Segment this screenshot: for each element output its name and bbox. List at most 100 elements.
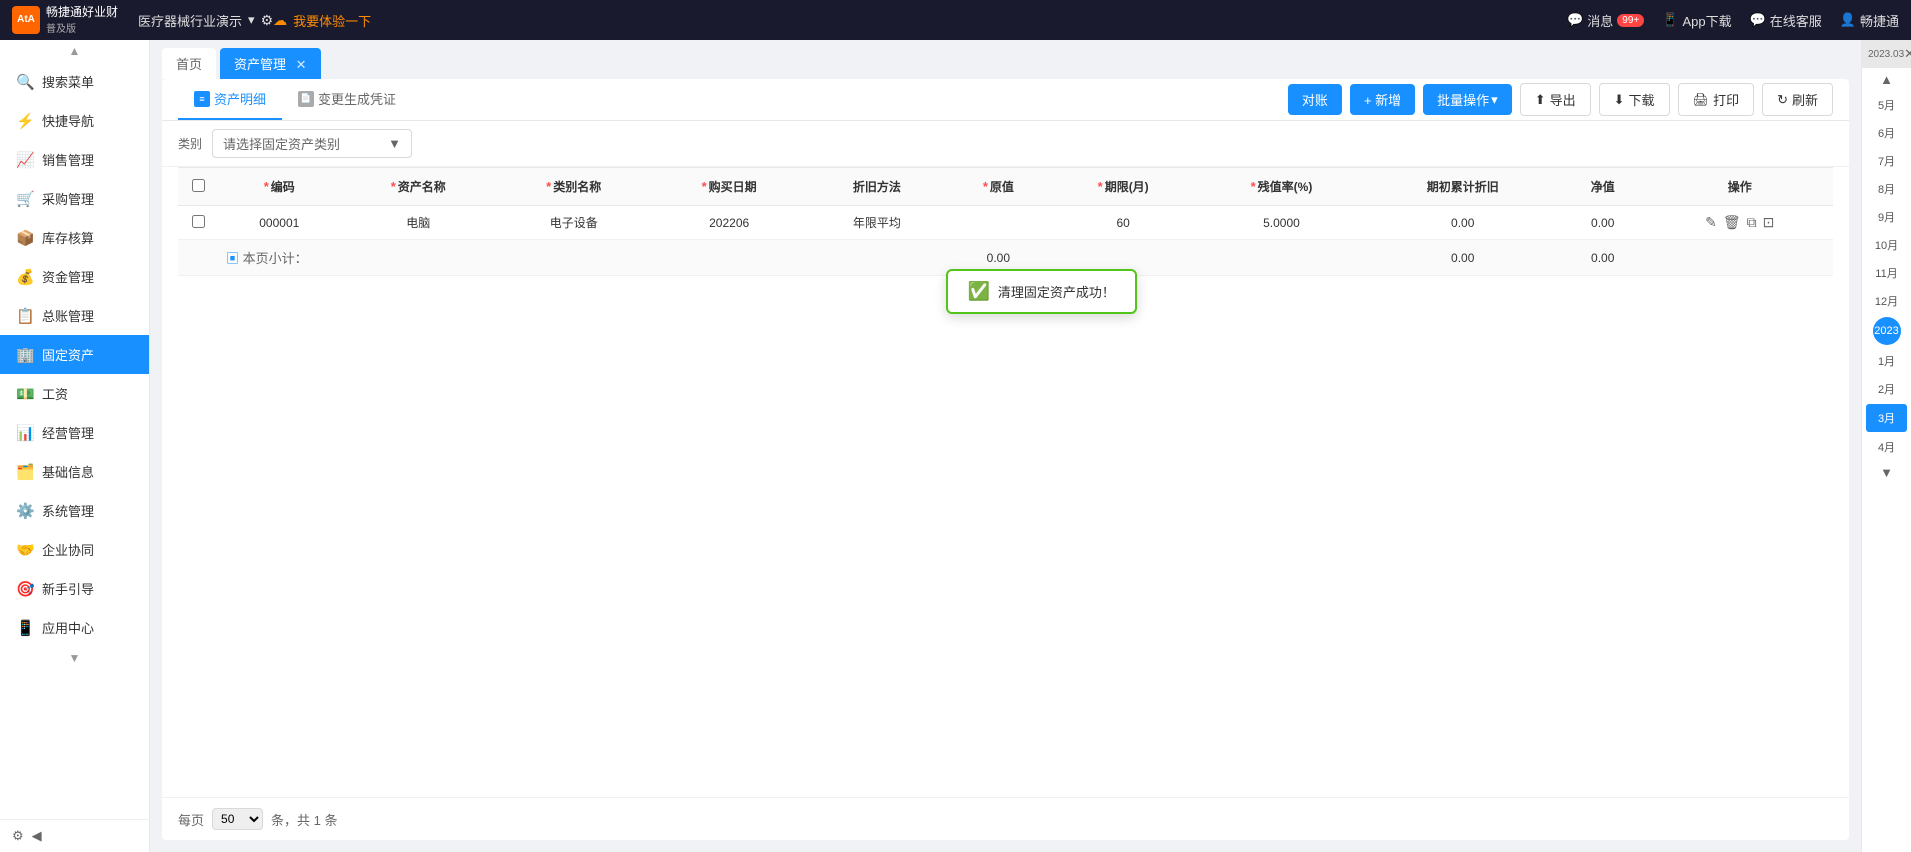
sidebar-item-label: 搜索菜单 [42, 72, 94, 91]
export-icon: ⬆ [1535, 92, 1546, 108]
subtotal-label: ▣ 本页小计： [226, 251, 308, 266]
sidebar-item-label: 经营管理 [42, 423, 94, 442]
refresh-button[interactable]: ↻ 刷新 [1762, 83, 1833, 116]
more-icon[interactable]: ⊡ [1763, 214, 1775, 231]
fixed-assets-icon: 🏢 [16, 346, 34, 364]
right-panel-header[interactable]: 2023.03 ✕ ⤢ [1862, 40, 1911, 68]
download-label: 下载 [1629, 90, 1655, 109]
sidebar-item-app-center[interactable]: 📱 应用中心 [0, 608, 149, 647]
settings-icon[interactable]: ⚙ [261, 12, 274, 29]
sidebar-scroll-down[interactable]: ▼ [0, 647, 149, 669]
sidebar-item-quick-nav[interactable]: ⚡ 快捷导航 [0, 101, 149, 140]
sidebar-item-operations[interactable]: 📊 经营管理 [0, 413, 149, 452]
category-arrow-icon: ▼ [388, 136, 401, 151]
basic-info-icon: 🗂️ [16, 463, 34, 481]
sidebar-item-payroll[interactable]: 💵 工资 [0, 374, 149, 413]
sidebar-item-search[interactable]: 🔍 搜索菜单 [0, 62, 149, 101]
per-page-select[interactable]: 50 100 200 [212, 808, 263, 830]
month-1[interactable]: 1月 [1862, 347, 1911, 375]
sub-tabs: ≡ 资产明细 📄 变更生成凭证 对账 + 新增 批量操作 ▾ ⬆ [162, 79, 1849, 121]
tab-close-icon[interactable]: ✕ [296, 57, 307, 72]
month-12[interactable]: 12月 [1862, 287, 1911, 315]
new-button[interactable]: + 新增 [1350, 84, 1415, 115]
year-2023[interactable]: 2023 [1873, 317, 1901, 345]
delete-icon[interactable]: 🗑 [1723, 214, 1741, 231]
reconcile-button[interactable]: 对账 [1288, 84, 1342, 115]
cell-initial-accum: 0.00 [1366, 206, 1558, 240]
cell-name: 电脑 [341, 206, 496, 240]
cell-category: 电子设备 [496, 206, 651, 240]
collapse-icon[interactable]: ◀ [32, 828, 42, 844]
refresh-label: 刷新 [1792, 90, 1818, 109]
col-period: *期限(月) [1050, 168, 1197, 206]
month-prev-arrow[interactable]: ▲ [1862, 68, 1911, 91]
operations-icon: 📊 [16, 424, 34, 442]
company-selector[interactable]: 医疗器械行业演示 ▾ ⚙ [138, 11, 273, 30]
user-menu[interactable]: 👤 畅捷通 [1840, 11, 1899, 30]
voucher-icon: 📄 [298, 91, 314, 107]
asset-table: *编码 *资产名称 *类别名称 *购买日期 折旧方法 *原值 *期限(月) *残… [178, 167, 1833, 276]
month-next-arrow[interactable]: ▼ [1862, 461, 1911, 484]
sidebar-scroll-up[interactable]: ▲ [0, 40, 149, 62]
col-residual-rate: *残值率(%) [1196, 168, 1366, 206]
month-4[interactable]: 4月 [1862, 433, 1911, 461]
search-icon: 🔍 [16, 73, 34, 91]
edit-icon[interactable]: ✎ [1705, 214, 1717, 231]
sales-icon: 📈 [16, 151, 34, 169]
col-net-value: 净值 [1559, 168, 1647, 206]
app-download-button[interactable]: 📱 App下载 [1662, 11, 1731, 30]
month-5[interactable]: 5月 [1862, 91, 1911, 119]
message-button[interactable]: 💬 消息 99+ [1567, 11, 1644, 30]
month-3-current[interactable]: 3月 [1866, 404, 1907, 432]
sidebar-item-guide[interactable]: 🎯 新手引导 [0, 569, 149, 608]
close-panel-icon[interactable]: ✕ [1904, 46, 1911, 62]
col-name: *资产名称 [341, 168, 496, 206]
batch-ops-button[interactable]: 批量操作 ▾ [1423, 84, 1512, 115]
print-icon: 🖨 [1693, 92, 1710, 108]
ledger-icon: 📋 [16, 307, 34, 325]
export-button[interactable]: ⬆ 导出 [1520, 83, 1591, 116]
quick-nav-icon: ⚡ [16, 112, 34, 130]
sidebar-item-ledger[interactable]: 📋 总账管理 [0, 296, 149, 335]
settings-bottom-icon[interactable]: ⚙ [12, 828, 24, 844]
sidebar-item-funds[interactable]: 💰 资金管理 [0, 257, 149, 296]
sidebar-item-label: 销售管理 [42, 150, 94, 169]
copy-icon[interactable]: ⧉ [1747, 214, 1757, 231]
cell-residual-rate: 5.0000 [1196, 206, 1366, 240]
subtab-asset-detail[interactable]: ≡ 资产明细 [178, 79, 282, 120]
month-2[interactable]: 2月 [1862, 375, 1911, 403]
sidebar-item-basic-info[interactable]: 🗂️ 基础信息 [0, 452, 149, 491]
download-button[interactable]: ⬇ 下载 [1599, 83, 1670, 116]
sidebar-item-label: 企业协同 [42, 540, 94, 559]
month-7[interactable]: 7月 [1862, 147, 1911, 175]
batch-ops-arrow: ▾ [1491, 92, 1498, 108]
print-button[interactable]: 🖨 打印 [1678, 83, 1755, 116]
experience-bar[interactable]: ☁ 我要体验一下 [273, 11, 371, 30]
month-10[interactable]: 10月 [1862, 231, 1911, 259]
sidebar-item-sales[interactable]: 📈 销售管理 [0, 140, 149, 179]
select-all-checkbox[interactable] [192, 179, 205, 192]
online-service-button[interactable]: 💬 在线客服 [1750, 11, 1822, 30]
sidebar-item-fixed-assets[interactable]: 🏢 固定资产 [0, 335, 149, 374]
tab-asset-management[interactable]: 资产管理 ✕ [220, 48, 321, 79]
month-8[interactable]: 8月 [1862, 175, 1911, 203]
month-6[interactable]: 6月 [1862, 119, 1911, 147]
user-name: 畅捷通 [1860, 11, 1899, 30]
month-9[interactable]: 9月 [1862, 203, 1911, 231]
logo-text-block: 畅捷通好业财 普及版 [46, 5, 118, 34]
subtab-voucher[interactable]: 📄 变更生成凭证 [282, 79, 412, 120]
message-label: 消息 [1587, 11, 1613, 30]
sidebar-item-inventory[interactable]: 📦 库存核算 [0, 218, 149, 257]
sidebar-item-purchase[interactable]: 🛒 采购管理 [0, 179, 149, 218]
row-checkbox[interactable] [192, 215, 205, 228]
sidebar-item-enterprise[interactable]: 🤝 企业协同 [0, 530, 149, 569]
tab-asset-label: 资产管理 [234, 57, 286, 72]
experience-label: 我要体验一下 [293, 11, 371, 30]
chevron-down-icon: ▾ [248, 12, 255, 28]
category-select[interactable]: 请选择固定资产类别 ▼ [212, 129, 412, 158]
tab-home[interactable]: 首页 [162, 48, 216, 79]
purchase-icon: 🛒 [16, 190, 34, 208]
sidebar-item-system[interactable]: ⚙️ 系统管理 [0, 491, 149, 530]
month-11[interactable]: 11月 [1862, 259, 1911, 287]
online-service-label: 在线客服 [1770, 11, 1822, 30]
